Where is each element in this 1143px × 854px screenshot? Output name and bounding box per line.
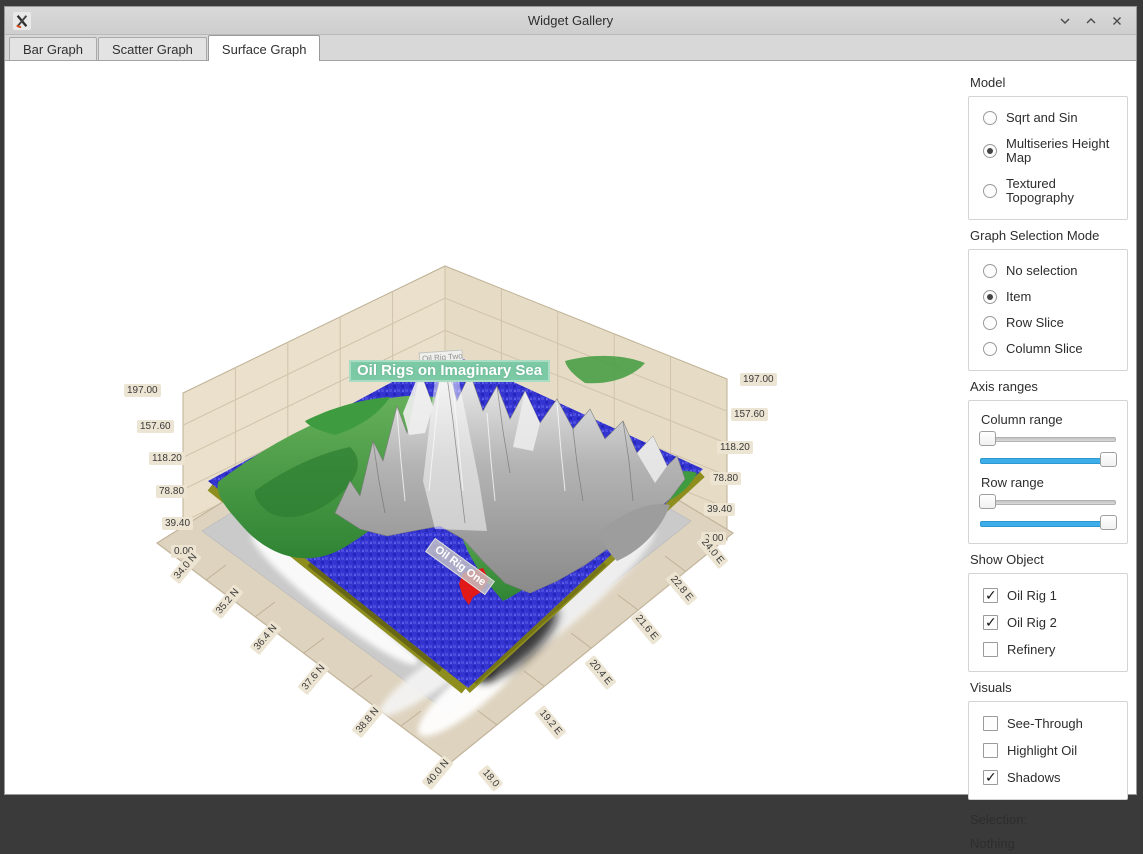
checkbox-highlight-oil[interactable]: Highlight Oil <box>977 737 1119 764</box>
radio-row-slice[interactable]: Row Slice <box>977 310 1119 336</box>
checkbox-checked-icon[interactable] <box>983 770 998 785</box>
y-axis-tick: 157.60 <box>731 408 768 421</box>
visuals-group: See-Through Highlight Oil Shadows <box>968 701 1128 800</box>
radio-icon-selected[interactable] <box>983 144 997 158</box>
y-axis-tick: 157.60 <box>137 420 174 433</box>
axis-ranges-heading: Axis ranges <box>970 379 1128 394</box>
radio-icon-selected[interactable] <box>983 290 997 304</box>
checkbox-label: Shadows <box>1007 771 1060 785</box>
tab-content: 197.00 157.60 118.20 78.80 39.40 0.00 19… <box>5 61 1136 794</box>
radio-label: Multiseries Height Map <box>1006 137 1117 165</box>
model-group: Sqrt and Sin Multiseries Height Map Text… <box>968 96 1128 220</box>
slider-groove[interactable] <box>980 500 1116 505</box>
radio-label: Textured Topography <box>1006 177 1117 205</box>
radio-item[interactable]: Item <box>977 284 1119 310</box>
window-title: Widget Gallery <box>5 13 1136 28</box>
checkbox-see-through[interactable]: See-Through <box>977 710 1119 737</box>
radio-multiseries-height-map[interactable]: Multiseries Height Map <box>977 131 1119 171</box>
checkbox-checked-icon[interactable] <box>983 615 998 630</box>
window-controls <box>1052 7 1130 35</box>
show-object-group: Oil Rig 1 Oil Rig 2 Refinery <box>968 573 1128 672</box>
selection-mode-heading: Graph Selection Mode <box>970 228 1128 243</box>
title-bar[interactable]: Widget Gallery <box>5 7 1136 35</box>
radio-icon[interactable] <box>983 111 997 125</box>
radio-icon[interactable] <box>983 264 997 278</box>
checkbox-icon[interactable] <box>983 716 998 731</box>
row-range-min-slider[interactable] <box>979 493 1117 511</box>
tab-bar-graph[interactable]: Bar Graph <box>9 37 97 60</box>
y-axis-tick: 118.20 <box>717 441 753 454</box>
app-window: Widget Gallery Bar Graph Scatter Graph <box>4 6 1137 795</box>
app-logo-icon[interactable] <box>13 12 31 30</box>
selection-value: Nothing <box>970 834 1128 854</box>
tab-scatter-graph[interactable]: Scatter Graph <box>98 37 207 60</box>
chevron-up-icon <box>1085 15 1097 27</box>
slider-groove[interactable] <box>980 437 1116 442</box>
checkbox-refinery[interactable]: Refinery <box>977 636 1119 663</box>
graph-title: Oil Rigs on Imaginary Sea <box>349 360 550 382</box>
slider-handle[interactable] <box>1100 515 1117 530</box>
checkbox-label: Oil Rig 1 <box>1007 589 1057 603</box>
control-panel: Model Sqrt and Sin Multiseries Height Ma… <box>968 67 1128 854</box>
checkbox-icon[interactable] <box>983 743 998 758</box>
surface-graph-viewport[interactable]: 197.00 157.60 118.20 78.80 39.40 0.00 19… <box>5 61 968 794</box>
checkbox-oil-rig-2[interactable]: Oil Rig 2 <box>977 609 1119 636</box>
slider-handle[interactable] <box>979 431 996 446</box>
radio-no-selection[interactable]: No selection <box>977 258 1119 284</box>
show-object-heading: Show Object <box>970 552 1128 567</box>
radio-label: No selection <box>1006 264 1078 278</box>
radio-label: Row Slice <box>1006 316 1064 330</box>
y-axis-tick: 78.80 <box>156 485 187 498</box>
checkbox-label: See-Through <box>1007 717 1083 731</box>
checkbox-shadows[interactable]: Shadows <box>977 764 1119 791</box>
slider-handle[interactable] <box>979 494 996 509</box>
visuals-heading: Visuals <box>970 680 1128 695</box>
radio-column-slice[interactable]: Column Slice <box>977 336 1119 362</box>
radio-label: Item <box>1006 290 1031 304</box>
checkbox-oil-rig-1[interactable]: Oil Rig 1 <box>977 582 1119 609</box>
radio-textured-topography[interactable]: Textured Topography <box>977 171 1119 211</box>
chevron-down-icon <box>1059 15 1071 27</box>
maximize-button[interactable] <box>1078 9 1104 33</box>
row-range-max-slider[interactable] <box>979 514 1117 532</box>
checkbox-label: Oil Rig 2 <box>1007 616 1057 630</box>
slider-handle[interactable] <box>1100 452 1117 467</box>
y-axis-tick: 197.00 <box>124 384 161 397</box>
y-axis-tick: 197.00 <box>740 373 777 386</box>
column-range-max-slider[interactable] <box>979 451 1117 469</box>
slider-groove-filled[interactable] <box>980 521 1116 527</box>
column-range-min-slider[interactable] <box>979 430 1117 448</box>
radio-sqrt-and-sin[interactable]: Sqrt and Sin <box>977 105 1119 131</box>
radio-icon[interactable] <box>983 316 997 330</box>
radio-icon[interactable] <box>983 184 997 198</box>
y-axis-tick: 39.40 <box>704 503 735 516</box>
selection-label: Selection: <box>970 810 1128 830</box>
close-button[interactable] <box>1104 9 1130 33</box>
y-axis-tick: 78.80 <box>710 472 741 485</box>
row-range-label: Row range <box>977 472 1119 492</box>
screen: { "window": { "title": "Widget Gallery",… <box>0 0 1143 806</box>
column-range-label: Column range <box>977 409 1119 429</box>
selection-status: Selection: Nothing <box>968 810 1128 854</box>
radio-label: Sqrt and Sin <box>1006 111 1078 125</box>
checkbox-icon[interactable] <box>983 642 998 657</box>
selection-mode-group: No selection Item Row Slice Column Slice <box>968 249 1128 371</box>
radio-label: Column Slice <box>1006 342 1083 356</box>
close-icon <box>1111 15 1123 27</box>
y-axis-tick: 39.40 <box>162 517 193 530</box>
tab-bar: Bar Graph Scatter Graph Surface Graph <box>5 35 1136 61</box>
minimize-button[interactable] <box>1052 9 1078 33</box>
model-heading: Model <box>970 75 1128 90</box>
radio-icon[interactable] <box>983 342 997 356</box>
slider-groove-filled[interactable] <box>980 458 1116 464</box>
tab-surface-graph[interactable]: Surface Graph <box>208 35 321 61</box>
checkbox-label: Refinery <box>1007 643 1055 657</box>
axis-ranges-group: Column range Row range <box>968 400 1128 544</box>
checkbox-checked-icon[interactable] <box>983 588 998 603</box>
y-axis-tick: 118.20 <box>149 452 185 465</box>
x-logo-icon <box>15 14 29 28</box>
checkbox-label: Highlight Oil <box>1007 744 1077 758</box>
